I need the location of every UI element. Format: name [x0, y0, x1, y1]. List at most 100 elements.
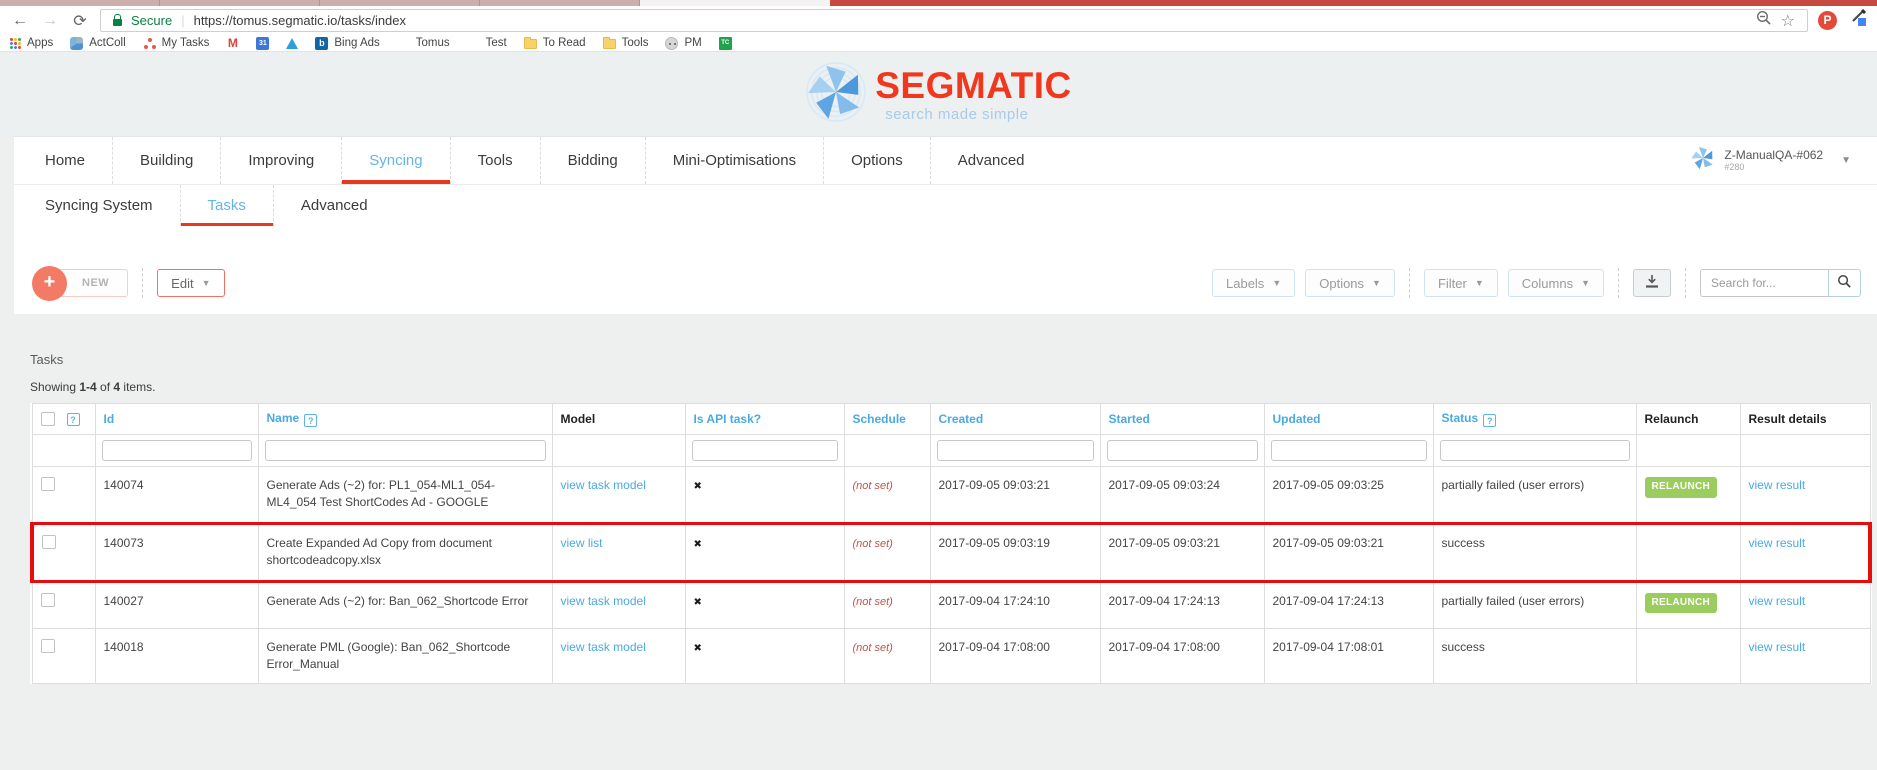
- nav-tab-tools[interactable]: Tools: [449, 137, 540, 184]
- filter-cell-name: [257, 434, 553, 467]
- sort-link-started[interactable]: Started: [1109, 412, 1150, 426]
- select-all-checkbox[interactable]: [40, 412, 55, 426]
- edit-button[interactable]: Edit ▼: [157, 269, 225, 297]
- cell-result-details: view result: [1739, 466, 1871, 524]
- row-checkbox[interactable]: [40, 638, 55, 653]
- subnav-tab-advanced[interactable]: Advanced: [272, 185, 395, 226]
- subnav-tab-tasks[interactable]: Tasks: [179, 185, 273, 226]
- cell-updated: 2017-09-05 09:03:21: [1263, 521, 1434, 583]
- browser-tab[interactable]: [0, 0, 160, 6]
- browser-tab[interactable]: [160, 0, 320, 6]
- nav-tab-building[interactable]: Building: [112, 137, 220, 184]
- address-separator: |: [181, 13, 185, 28]
- sort-link-id[interactable]: Id: [104, 412, 115, 426]
- browser-active-tab[interactable]: [640, 0, 830, 6]
- cell-result-details: view result: [1739, 580, 1871, 629]
- bookmark-bing-ads[interactable]: b Bing Ads: [315, 36, 380, 50]
- bookmark-to-read[interactable]: To Read: [523, 37, 586, 49]
- filter-input-status[interactable]: [1439, 440, 1630, 461]
- bookmark-my-tasks[interactable]: My Tasks: [143, 37, 209, 50]
- filter-input-started[interactable]: [1106, 440, 1258, 461]
- filter-input-updated[interactable]: [1270, 440, 1427, 461]
- filter-input-id[interactable]: [101, 440, 252, 461]
- row-checkbox[interactable]: [42, 534, 56, 549]
- calendar-31-icon: 31: [256, 36, 270, 50]
- bookmarks-bar: Apps ActColl My Tasks M 31 b Bing Ads Tomus Test…: [0, 35, 1877, 52]
- filter-cell-select: [31, 434, 96, 467]
- filter-input-name[interactable]: [264, 440, 546, 461]
- bookmark-analytics[interactable]: [286, 37, 299, 49]
- ms-squares-icon: [397, 37, 410, 50]
- subnav-tab-syncing-system[interactable]: Syncing System: [18, 185, 180, 226]
- view-model-link[interactable]: view task model: [561, 478, 646, 492]
- row-checkbox[interactable]: [40, 477, 55, 491]
- nav-tab-syncing[interactable]: Syncing: [341, 137, 449, 184]
- pocket-extension-icon[interactable]: P: [1818, 11, 1837, 30]
- nav-tab-improving[interactable]: Improving: [220, 137, 341, 184]
- columns-button[interactable]: Columns ▼: [1507, 269, 1604, 297]
- bookmark-gmail[interactable]: M: [226, 36, 239, 50]
- cell-updated: 2017-09-04 17:08:01: [1263, 627, 1434, 685]
- bookmark-actcoll[interactable]: ActColl: [70, 36, 126, 50]
- sort-link-name[interactable]: Name: [267, 411, 300, 425]
- filter-input-is-api-task[interactable]: [691, 440, 838, 461]
- sort-link-updated[interactable]: Updated: [1273, 412, 1321, 426]
- bookmark-tomus[interactable]: Tomus: [397, 37, 450, 50]
- nav-tab-home[interactable]: Home: [18, 137, 112, 184]
- page-title: Tasks: [30, 352, 64, 367]
- nav-tab-mini-optimisations[interactable]: Mini-Optimisations: [644, 137, 823, 184]
- view-model-link[interactable]: view task model: [561, 594, 646, 608]
- app-nav-band: Home Building Improving Syncing Tools Bidding…: [14, 136, 1877, 314]
- bookmark-star-icon[interactable]: ☆: [1781, 11, 1795, 31]
- help-icon[interactable]: ?: [304, 414, 318, 427]
- help-icon[interactable]: ?: [1483, 414, 1497, 427]
- filter-input-created[interactable]: [936, 440, 1094, 461]
- row-checkbox[interactable]: [40, 592, 55, 607]
- bookmark-apps[interactable]: Apps: [10, 37, 53, 49]
- bookmark-calendar-31[interactable]: 31: [256, 36, 270, 50]
- labels-button[interactable]: Labels ▼: [1212, 269, 1296, 297]
- bookmark-pm[interactable]: PM: [665, 36, 702, 50]
- colorzilla-extension-icon[interactable]: [1849, 8, 1867, 32]
- relaunch-button[interactable]: RELAUNCH: [1644, 477, 1718, 498]
- view-result-link[interactable]: view result: [1749, 478, 1806, 492]
- back-button[interactable]: ←: [10, 12, 30, 30]
- nav-tab-options[interactable]: Options: [823, 137, 930, 184]
- bookmark-tc[interactable]: TC: [718, 36, 732, 50]
- bookmark-tools[interactable]: Tools: [602, 37, 648, 49]
- forward-button[interactable]: →: [40, 12, 60, 30]
- zoom-out-icon[interactable]: [1756, 10, 1772, 31]
- sort-link-status[interactable]: Status: [1442, 411, 1479, 425]
- bookmark-label: To Read: [542, 37, 586, 49]
- cell-name: Generate PML (Google): Ban_062_Shortcode…: [257, 627, 553, 685]
- search-button[interactable]: [1828, 269, 1861, 297]
- sort-link-is-api-task[interactable]: Is API task?: [694, 412, 762, 426]
- url-text: https://tomus.segmatic.io/tasks/index: [193, 13, 407, 28]
- view-result-link[interactable]: view result: [1749, 536, 1806, 550]
- address-bar[interactable]: Secure | https://tomus.segmatic.io/tasks…: [100, 9, 1808, 32]
- view-result-link[interactable]: view result: [1749, 594, 1806, 608]
- browser-tab[interactable]: [320, 0, 480, 6]
- cell-updated: 2017-09-04 17:24:13: [1263, 580, 1434, 629]
- options-button[interactable]: Options ▼: [1305, 269, 1395, 297]
- view-result-link[interactable]: view result: [1749, 640, 1806, 654]
- cell-id: 140073: [94, 521, 259, 583]
- view-model-link[interactable]: view task model: [561, 640, 646, 654]
- sort-link-created[interactable]: Created: [939, 412, 984, 426]
- sort-link-schedule[interactable]: Schedule: [853, 412, 906, 426]
- nav-tab-advanced[interactable]: Advanced: [929, 137, 1052, 184]
- reload-button[interactable]: ⟳: [70, 11, 90, 31]
- view-model-link[interactable]: view list: [561, 536, 603, 550]
- nav-tab-bidding[interactable]: Bidding: [539, 137, 645, 184]
- bookmark-test[interactable]: Test: [467, 37, 507, 50]
- search-input[interactable]: [1700, 269, 1828, 297]
- relaunch-button[interactable]: RELAUNCH: [1644, 592, 1718, 614]
- user-menu[interactable]: Z-ManualQA-#062 #280 ▼: [1690, 137, 1851, 184]
- segmatic-logo-icon: [805, 61, 867, 128]
- download-button[interactable]: [1633, 269, 1671, 297]
- filter-button[interactable]: Filter ▼: [1423, 269, 1498, 297]
- help-icon[interactable]: ?: [66, 412, 80, 426]
- browser-tab[interactable]: [480, 0, 640, 6]
- filter-cell-started: [1099, 434, 1265, 467]
- new-task-button[interactable]: + NEW: [32, 265, 129, 301]
